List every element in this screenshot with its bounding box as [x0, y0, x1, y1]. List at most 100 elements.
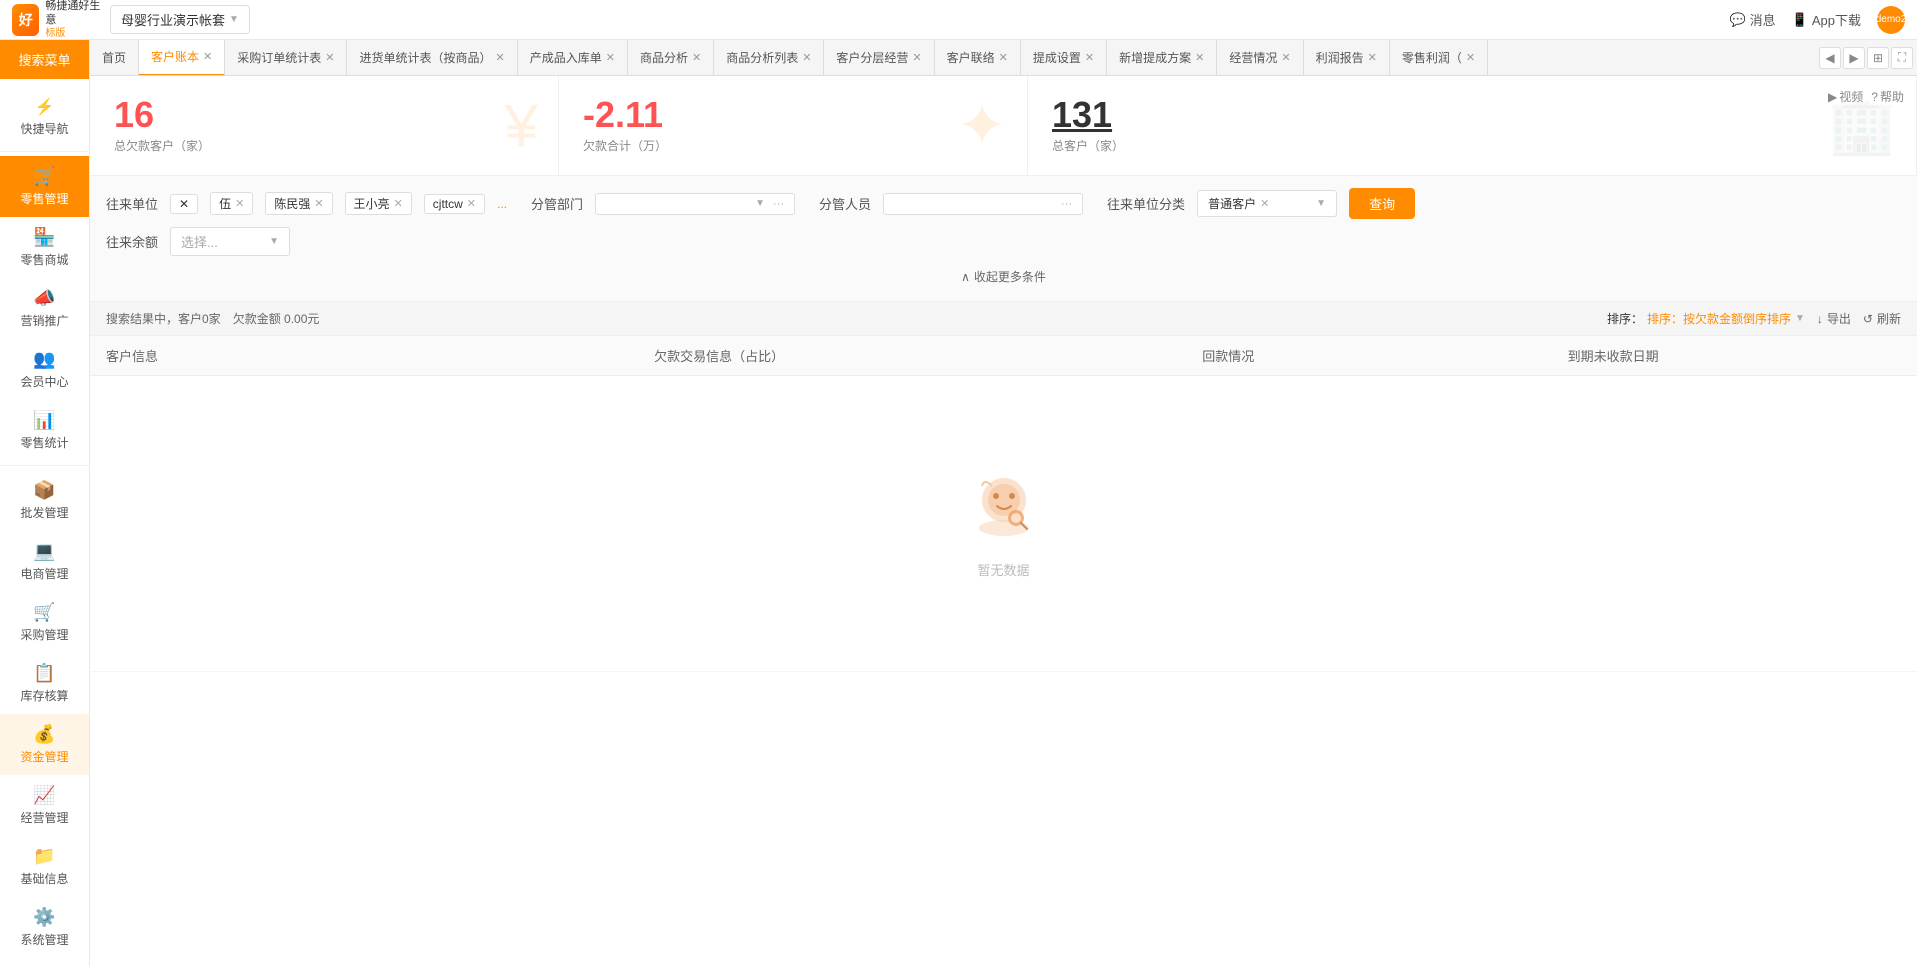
empty-row: 暂无数据: [90, 376, 1917, 672]
sidebar-item-operations[interactable]: 📈 经营管理: [0, 775, 89, 836]
stats-icon: 📊: [33, 410, 55, 431]
export-icon: ↓: [1817, 312, 1823, 326]
enterprise-selector[interactable]: 母婴行业演示帐套 ▼: [110, 5, 250, 34]
tag-close-wang[interactable]: ✕: [394, 197, 403, 210]
tab-purchase-stats[interactable]: 采购订单统计表 ✕: [225, 40, 347, 76]
tab-next-button[interactable]: ▶: [1843, 47, 1865, 69]
tab-close-account-book[interactable]: ✕: [203, 50, 212, 63]
tab-close-business[interactable]: ✕: [1281, 51, 1290, 64]
shop-icon: 🏪: [33, 227, 55, 248]
results-left: 搜索结果中，客户0家 欠款金额 0.00元: [106, 310, 319, 327]
sidebar-item-system[interactable]: ⚙️ 系统管理: [0, 897, 89, 958]
tab-close-purchase[interactable]: ✕: [325, 51, 334, 64]
person-label: 分管人员: [819, 194, 871, 213]
app-download-button[interactable]: 📱 App下载: [1792, 10, 1861, 29]
more-tags-button[interactable]: ...: [497, 197, 507, 211]
category-select[interactable]: 普通客户 ✕ ▼: [1197, 190, 1337, 217]
tag-close-wu[interactable]: ✕: [235, 197, 244, 210]
filter-area: 往来单位 ✕ 伍 ✕ 陈民强 ✕ 王小亮 ✕: [90, 176, 1917, 302]
stat-actions: ▶ 视频 ? 帮助: [1828, 88, 1904, 105]
sidebar-item-cooperation[interactable]: 🤝 企业协同: [0, 958, 89, 966]
person-select[interactable]: ···: [883, 193, 1083, 215]
top-header: 好 畅捷通好生意 标版 母婴行业演示帐套 ▼ 💬 消息 📱 App下载 demo…: [0, 0, 1917, 40]
tab-home[interactable]: 首页: [90, 40, 139, 76]
filter-tag-wang: 王小亮 ✕: [345, 192, 412, 215]
sidebar-nav: ⚡ 快捷导航 🛒 零售管理 🏪 零售商城 📣 营销推广 👥 会员中心 📊: [0, 79, 89, 966]
sidebar-divider: [0, 151, 89, 152]
tab-close-goods[interactable]: ✕: [496, 51, 505, 64]
refresh-button[interactable]: ↺ 刷新: [1863, 310, 1901, 327]
tab-close-layer[interactable]: ✕: [912, 51, 921, 64]
tab-close-retail[interactable]: ✕: [1466, 51, 1475, 64]
stat-label-debt: 欠款合计（万）: [583, 137, 667, 154]
tab-close-profit[interactable]: ✕: [1368, 51, 1377, 64]
tab-bar: 首页 客户账本 ✕ 采购订单统计表 ✕ 进货单统计表（按商品） ✕ 产成品入库单…: [90, 40, 1917, 76]
tab-expand-button[interactable]: ⊞: [1867, 47, 1889, 69]
tab-controls: ◀ ▶ ⊞ ⛶: [1819, 47, 1917, 69]
export-button[interactable]: ↓ 导出: [1817, 310, 1851, 327]
tab-close-product[interactable]: ✕: [606, 51, 615, 64]
video-button[interactable]: ▶ 视频: [1828, 88, 1863, 105]
sort-select[interactable]: 排序： 排序：按欠款金额倒序排序 ▼: [1607, 310, 1805, 327]
sidebar-item-stats[interactable]: 📊 零售统计: [0, 400, 89, 461]
sidebar-nav-label: ⚡ 快捷导航: [0, 87, 89, 147]
operations-icon: 📈: [33, 785, 55, 806]
inventory-icon: 📋: [33, 663, 55, 684]
tab-goods-stats[interactable]: 进货单统计表（按商品） ✕: [347, 40, 517, 76]
filter-tag-all: ✕: [170, 194, 198, 214]
tab-close-product-analysis[interactable]: ✕: [692, 51, 701, 64]
stat-content-1: 16 总欠款客户（家）: [114, 97, 210, 154]
tag-close-chen[interactable]: ✕: [314, 197, 323, 210]
balance-select[interactable]: 选择... ▼: [170, 227, 290, 256]
col-repayment: 回款情况: [1186, 336, 1551, 376]
sidebar-item-basic[interactable]: 📁 基础信息: [0, 836, 89, 897]
sidebar-item-wholesale[interactable]: 📦 批发管理: [0, 470, 89, 531]
query-button[interactable]: 查询: [1349, 188, 1415, 219]
page-body: ¥ 16 总欠款客户（家） ✦ -2.11 欠款合计（万） 🏢: [90, 76, 1917, 966]
balance-label: 往来余额: [106, 232, 158, 251]
help-button[interactable]: ? 帮助: [1871, 88, 1904, 105]
avatar[interactable]: demo2: [1877, 6, 1905, 34]
tab-retail-profit[interactable]: 零售利润（ ✕: [1390, 40, 1488, 76]
tab-customer-layer[interactable]: 客户分层经营 ✕: [824, 40, 934, 76]
retail-icon: 🛒: [33, 166, 55, 187]
tab-account-book[interactable]: 客户账本 ✕: [139, 40, 225, 76]
tab-product-in[interactable]: 产成品入库单 ✕: [518, 40, 628, 76]
sidebar-item-purchase[interactable]: 🛒 采购管理: [0, 592, 89, 653]
empty-icon: [964, 468, 1044, 548]
table-header-row: 客户信息 欠款交易信息（占比） 回款情况 到期未收款日期: [90, 336, 1917, 376]
tab-customer-contact[interactable]: 客户联络 ✕: [935, 40, 1021, 76]
tag-close-cj[interactable]: ✕: [467, 197, 476, 210]
finance-icon: 💰: [33, 724, 55, 745]
tab-profit[interactable]: 利润报告 ✕: [1304, 40, 1390, 76]
sort-chevron-icon: ▼: [1795, 313, 1805, 324]
stat-content-3: 131 总客户（家）: [1052, 97, 1124, 154]
tab-product-analysis[interactable]: 商品分析 ✕: [628, 40, 714, 76]
dept-select[interactable]: ▼ ···: [595, 193, 795, 215]
sidebar-item-ecommerce[interactable]: 💻 电商管理: [0, 531, 89, 592]
tab-commission-settings[interactable]: 提成设置 ✕: [1021, 40, 1107, 76]
tab-close-commission[interactable]: ✕: [1085, 51, 1094, 64]
tab-add-commission[interactable]: 新增提成方案 ✕: [1107, 40, 1217, 76]
sidebar-item-finance[interactable]: 💰 资金管理: [0, 714, 89, 775]
sidebar-item-marketing[interactable]: 📣 营销推广: [0, 278, 89, 339]
main-content: 首页 客户账本 ✕ 采购订单统计表 ✕ 进货单统计表（按商品） ✕ 产成品入库单…: [90, 40, 1917, 966]
unit-label: 往来单位: [106, 194, 158, 213]
tab-close-add-commission[interactable]: ✕: [1195, 51, 1204, 64]
message-button[interactable]: 💬 消息: [1729, 10, 1775, 29]
sidebar-item-inventory[interactable]: 📋 库存核算: [0, 653, 89, 714]
tab-product-analysis-list[interactable]: 商品分析列表 ✕: [714, 40, 824, 76]
tab-close-contact[interactable]: ✕: [999, 51, 1008, 64]
sidebar-item-member[interactable]: 👥 会员中心: [0, 339, 89, 400]
tab-business[interactable]: 经营情况 ✕: [1217, 40, 1303, 76]
empty-state: 暂无数据: [106, 388, 1901, 659]
tab-close-list[interactable]: ✕: [802, 51, 811, 64]
sidebar-search[interactable]: 搜索菜单: [0, 40, 89, 79]
debt-amount: 欠款金额 0.00元: [233, 310, 320, 327]
collapse-button[interactable]: ∧ 收起更多条件: [953, 264, 1054, 289]
category-tag-close[interactable]: ✕: [1260, 197, 1269, 210]
tab-fullscreen-button[interactable]: ⛶: [1891, 47, 1913, 69]
tab-prev-button[interactable]: ◀: [1819, 47, 1841, 69]
sidebar-item-retail[interactable]: 🛒 零售管理: [0, 156, 89, 217]
sidebar-item-shop[interactable]: 🏪 零售商城: [0, 217, 89, 278]
